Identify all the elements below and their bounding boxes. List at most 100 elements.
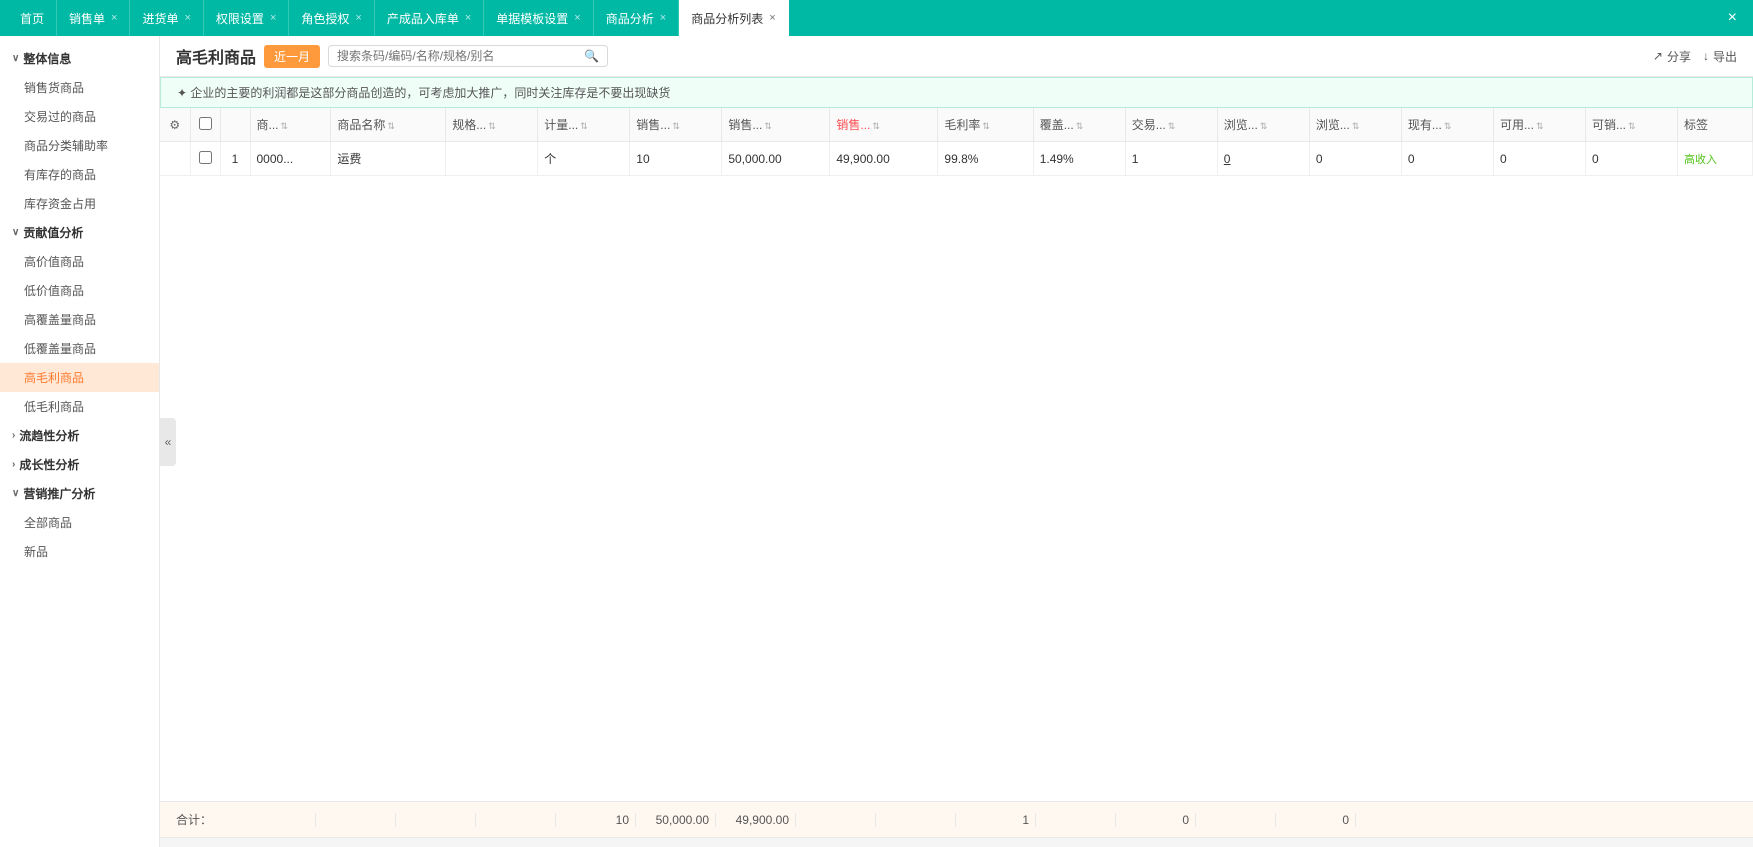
footer-sales-qty: 10 [556,813,636,827]
footer-current-stock [1196,813,1276,827]
column-browse2[interactable]: 浏览...⇅ [1309,108,1401,142]
column-settings[interactable]: ⚙ [160,108,190,142]
cell-sales-cost: 49,900.00 [830,142,938,176]
column-salable[interactable]: 可销...⇅ [1585,108,1677,142]
nav-tab-permission-settings[interactable]: 权限设置 × [204,0,289,36]
column-unit[interactable]: 计量...⇅ [538,108,630,142]
column-tag[interactable]: 标签 [1678,108,1753,142]
column-coverage[interactable]: 覆盖...⇅ [1033,108,1125,142]
sidebar-group-finance[interactable]: ∨ 贡献值分析 [0,218,159,247]
cell-tag: 高收入 [1678,142,1753,176]
cell-checkbox[interactable] [190,142,220,176]
nav-tab-home[interactable]: 首页 [8,0,57,36]
cell-coverage: 1.49% [1033,142,1125,176]
cell-spec [446,142,538,176]
footer-empty-coverage [876,813,956,827]
column-spec[interactable]: 规格...⇅ [446,108,538,142]
sidebar-item-high-margin[interactable]: 高毛利商品 [0,363,159,392]
content-header: 高毛利商品 近一月 🔍 ↗ 分享 ↓ 导出 [160,36,1753,77]
share-button[interactable]: ↗ 分享 [1653,48,1691,65]
footer-browse2: 0 [1116,813,1196,827]
close-template-icon[interactable]: × [574,12,580,24]
sort-arrows-icon-2: ⇅ [387,121,395,131]
sort-arrows-icon-12: ⇅ [1352,121,1360,131]
column-margin-rate[interactable]: 毛利率⇅ [938,108,1033,142]
search-input[interactable] [337,49,584,63]
search-icon[interactable]: 🔍 [584,49,599,63]
nav-tab-template[interactable]: 单据模板设置 × [484,0,593,36]
sidebar-item-capital[interactable]: 库存资金占用 [0,189,159,218]
sidebar-collapse-button[interactable]: « [160,418,176,466]
footer-sales-amount: 50,000.00 [636,813,716,827]
export-icon: ↓ [1703,49,1709,63]
footer-empty-margin [796,813,876,827]
arrow-down-icon: ∨ [12,53,19,64]
sort-arrows-icon-14: ⇅ [1536,121,1544,131]
column-sales-amount[interactable]: 销售...⇅ [722,108,830,142]
nav-tab-analysis[interactable]: 商品分析 × [594,0,679,36]
sidebar-group-growth[interactable]: › 成长性分析 [0,450,159,479]
sidebar-item-high-value[interactable]: 高价值商品 [0,247,159,276]
footer-available: 0 [1276,813,1356,827]
close-entry-icon[interactable]: × [465,12,471,24]
footer-cell-empty2 [316,813,396,827]
window-close-button[interactable]: × [1720,9,1745,27]
nav-tab-role-permission[interactable]: 角色授权 × [289,0,374,36]
sidebar-item-in-stock[interactable]: 有库存的商品 [0,160,159,189]
sidebar-item-high-coverage[interactable]: 高覆盖量商品 [0,305,159,334]
close-analysis-icon[interactable]: × [660,12,666,24]
column-sales-cost[interactable]: 销售...⇅ [830,108,938,142]
sort-arrows-icon-13: ⇅ [1444,121,1452,131]
export-button[interactable]: ↓ 导出 [1703,48,1737,65]
table-row: 1 0000... 运费 个 10 50,000.00 49,900.00 99… [160,142,1753,176]
sort-arrows-icon-11: ⇅ [1260,121,1268,131]
nav-tab-analysis-list[interactable]: 商品分析列表 × [679,0,788,36]
cell-browse2: 0 [1309,142,1401,176]
close-permission-icon[interactable]: × [270,12,276,24]
select-all-checkbox[interactable] [199,117,212,130]
sidebar-item-low-coverage[interactable]: 低覆盖量商品 [0,334,159,363]
close-sales-icon[interactable]: × [111,12,117,24]
column-code[interactable]: 商...⇅ [250,108,331,142]
sidebar-item-traded-goods[interactable]: 交易过的商品 [0,102,159,131]
footer-trade: 1 [956,813,1036,827]
nav-tab-sales[interactable]: 销售单 × [57,0,130,36]
cell-sales-amount: 50,000.00 [722,142,830,176]
sort-arrows-icon-6: ⇅ [764,121,772,131]
time-filter-button[interactable]: 近一月 [264,45,320,68]
close-role-icon[interactable]: × [355,12,361,24]
sort-arrows-icon-10: ⇅ [1168,121,1176,131]
nav-tab-purchase[interactable]: 进货单 × [130,0,203,36]
column-sales-qty[interactable]: 销售...⇅ [630,108,722,142]
cell-browse1[interactable]: 0 [1217,142,1309,176]
cell-code: 0000... [250,142,331,176]
arrow-down-icon-3: ∨ [12,488,19,499]
footer-sales-cost: 49,900.00 [716,813,796,827]
sidebar-item-low-value[interactable]: 低价值商品 [0,276,159,305]
row-checkbox[interactable] [199,151,212,164]
table-header-row: ⚙ 商...⇅ 商品名称⇅ 规格...⇅ 计量...⇅ 销售...⇅ 销售...… [160,108,1753,142]
table-container: ⚙ 商...⇅ 商品名称⇅ 规格...⇅ 计量...⇅ 销售...⇅ 销售...… [160,108,1753,801]
browse1-link[interactable]: 0 [1224,152,1231,166]
column-name[interactable]: 商品名称⇅ [331,108,446,142]
data-table: ⚙ 商...⇅ 商品名称⇅ 规格...⇅ 计量...⇅ 销售...⇅ 销售...… [160,108,1753,176]
sidebar-group-trend[interactable]: › 流趋性分析 [0,421,159,450]
column-checkbox[interactable] [190,108,220,142]
nav-tab-product-entry[interactable]: 产成品入库单 × [375,0,484,36]
sidebar-item-sales-goods[interactable]: 销售货商品 [0,73,159,102]
column-current-stock[interactable]: 现有...⇅ [1401,108,1493,142]
sidebar-item-all-goods[interactable]: 全部商品 [0,508,159,537]
sidebar-item-new-goods[interactable]: 新品 [0,537,159,566]
sidebar-group-overall[interactable]: ∨ 整体信息 [0,44,159,73]
sidebar-group-marketing[interactable]: ∨ 营销推广分析 [0,479,159,508]
close-purchase-icon[interactable]: × [184,12,190,24]
cell-available: 0 [1493,142,1585,176]
header-actions: ↗ 分享 ↓ 导出 [1653,48,1737,65]
sidebar-item-analysis-assist[interactable]: 商品分类辅助率 [0,131,159,160]
column-browse1[interactable]: 浏览...⇅ [1217,108,1309,142]
horizontal-scrollbar[interactable] [160,837,1753,847]
column-available[interactable]: 可用...⇅ [1493,108,1585,142]
close-analysis-list-icon[interactable]: × [769,12,775,24]
column-trade[interactable]: 交易...⇅ [1125,108,1217,142]
sidebar-item-low-margin[interactable]: 低毛利商品 [0,392,159,421]
